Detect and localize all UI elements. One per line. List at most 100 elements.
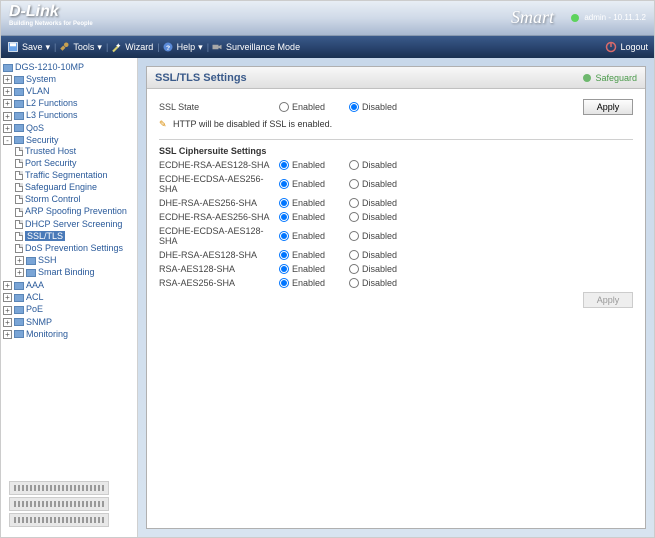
tree-monitoring[interactable]: +Monitoring: [3, 328, 137, 340]
menu-help[interactable]: ? Help ▾: [162, 41, 203, 53]
tree-arp[interactable]: ARP Spoofing Prevention: [15, 205, 137, 217]
ssl-enabled-option[interactable]: Enabled: [279, 102, 349, 112]
cipher-disabled-radio[interactable]: [349, 198, 359, 208]
expand-icon[interactable]: +: [3, 330, 12, 339]
cipher-disabled-radio[interactable]: [349, 264, 359, 274]
cipher-disabled-option[interactable]: Disabled: [349, 250, 419, 260]
cipher-disabled-option[interactable]: Disabled: [349, 264, 419, 274]
switch-icon: [9, 481, 109, 495]
ssl-state-row: SSL State Enabled Disabled Apply: [159, 99, 633, 115]
page-icon: [15, 159, 23, 168]
cipher-row: RSA-AES128-SHAEnabledDisabled: [159, 264, 633, 274]
collapse-icon[interactable]: -: [3, 136, 12, 145]
ssl-warning: ✎ HTTP will be disabled if SSL is enable…: [159, 119, 633, 129]
apply-button[interactable]: Apply: [583, 99, 633, 115]
tree-aaa[interactable]: +AAA: [3, 279, 137, 291]
cipher-disabled-radio[interactable]: [349, 212, 359, 222]
tree-ssh[interactable]: +SSH: [15, 254, 137, 266]
cipher-enabled-option[interactable]: Enabled: [279, 264, 349, 274]
menu-save[interactable]: Save ▾: [7, 41, 50, 53]
tree-safeguard[interactable]: Safeguard Engine: [15, 181, 137, 193]
expand-icon[interactable]: +: [3, 318, 12, 327]
panel-title-bar: SSL/TLS Settings Safeguard: [147, 67, 645, 89]
wrench-icon: [58, 41, 70, 53]
tree-root[interactable]: DGS-1210-10MP: [3, 61, 137, 73]
cipher-disabled-option[interactable]: Disabled: [349, 231, 419, 241]
cipher-disabled-option[interactable]: Disabled: [349, 212, 419, 222]
cipher-enabled-option[interactable]: Enabled: [279, 160, 349, 170]
cipher-disabled-option[interactable]: Disabled: [349, 179, 419, 189]
tree-system[interactable]: +System: [3, 73, 137, 85]
cipher-disabled-option[interactable]: Disabled: [349, 198, 419, 208]
ssl-disabled-radio[interactable]: [349, 102, 359, 112]
main: SSL/TLS Settings Safeguard SSL State Ena…: [138, 58, 654, 537]
device-icon: [3, 64, 13, 72]
tree-snmp[interactable]: +SNMP: [3, 316, 137, 328]
cipher-enabled-option[interactable]: Enabled: [279, 231, 349, 241]
expand-icon[interactable]: +: [3, 87, 12, 96]
ssl-enabled-radio[interactable]: [279, 102, 289, 112]
cipher-enabled-radio[interactable]: [279, 179, 289, 189]
cipher-disabled-radio[interactable]: [349, 250, 359, 260]
cipher-name: ECDHE-RSA-AES256-SHA: [159, 212, 279, 222]
tree-ssl[interactable]: SSL/TLS: [15, 230, 137, 242]
wand-icon: [110, 41, 122, 53]
cipher-enabled-radio[interactable]: [279, 212, 289, 222]
cipher-disabled-option[interactable]: Disabled: [349, 278, 419, 288]
tree-l3[interactable]: +L3 Functions: [3, 109, 137, 121]
cipher-disabled-radio[interactable]: [349, 179, 359, 189]
menu-tools[interactable]: Tools ▾: [58, 41, 102, 53]
tree-dos[interactable]: DoS Prevention Settings: [15, 242, 137, 254]
cipher-row: ECDHE-ECDSA-AES256-SHAEnabledDisabled: [159, 174, 633, 194]
expand-icon[interactable]: +: [3, 99, 12, 108]
ssl-disabled-option[interactable]: Disabled: [349, 102, 419, 112]
tree-trusted-host[interactable]: Trusted Host: [15, 145, 137, 157]
menu-logout[interactable]: Logout: [605, 41, 648, 53]
folder-icon: [14, 112, 24, 120]
expand-icon[interactable]: +: [3, 112, 12, 121]
cipher-enabled-radio[interactable]: [279, 160, 289, 170]
expand-icon[interactable]: +: [3, 293, 12, 302]
expand-icon[interactable]: +: [3, 124, 12, 133]
cipher-enabled-radio[interactable]: [279, 264, 289, 274]
cipher-row: ECDHE-ECDSA-AES128-SHAEnabledDisabled: [159, 226, 633, 246]
tree-l2[interactable]: +L2 Functions: [3, 97, 137, 109]
tree-vlan[interactable]: +VLAN: [3, 85, 137, 97]
tree-dhcp[interactable]: DHCP Server Screening: [15, 218, 137, 230]
cipher-enabled-option[interactable]: Enabled: [279, 198, 349, 208]
cipher-enabled-option[interactable]: Enabled: [279, 278, 349, 288]
tree-poe[interactable]: +PoE: [3, 303, 137, 315]
menu-wizard[interactable]: Wizard: [110, 41, 153, 53]
expand-icon[interactable]: +: [15, 268, 24, 277]
tree-port-security[interactable]: Port Security: [15, 157, 137, 169]
expand-icon[interactable]: +: [3, 75, 12, 84]
expand-icon[interactable]: +: [3, 281, 12, 290]
cipher-row: DHE-RSA-AES256-SHAEnabledDisabled: [159, 198, 633, 208]
cipher-disabled-radio[interactable]: [349, 278, 359, 288]
cipher-enabled-option[interactable]: Enabled: [279, 212, 349, 222]
expand-icon[interactable]: +: [3, 306, 12, 315]
folder-icon: [14, 76, 24, 84]
cipher-enabled-radio[interactable]: [279, 231, 289, 241]
cipher-enabled-radio[interactable]: [279, 198, 289, 208]
menubar: Save ▾ | Tools ▾ | Wizard | ? Help ▾ | S…: [1, 36, 654, 58]
page-icon: [15, 232, 23, 241]
header: D-Link Building Networks for People Smar…: [1, 1, 654, 36]
cipher-enabled-option[interactable]: Enabled: [279, 179, 349, 189]
menu-surveillance[interactable]: Surveillance Mode: [211, 41, 300, 53]
cipher-enabled-radio[interactable]: [279, 278, 289, 288]
tree-security[interactable]: -Security Trusted Host Port Security Tra…: [3, 134, 137, 280]
cipher-enabled-option[interactable]: Enabled: [279, 250, 349, 260]
cipher-name: RSA-AES128-SHA: [159, 264, 279, 274]
cipher-disabled-radio[interactable]: [349, 160, 359, 170]
tree-traffic-seg[interactable]: Traffic Segmentation: [15, 169, 137, 181]
cipher-disabled-radio[interactable]: [349, 231, 359, 241]
cipher-disabled-option[interactable]: Disabled: [349, 160, 419, 170]
cipher-enabled-radio[interactable]: [279, 250, 289, 260]
tree-qos[interactable]: +QoS: [3, 122, 137, 134]
expand-icon[interactable]: +: [15, 256, 24, 265]
folder-icon: [14, 136, 24, 144]
tree-storm[interactable]: Storm Control: [15, 193, 137, 205]
tree-acl[interactable]: +ACL: [3, 291, 137, 303]
tree-smart-binding[interactable]: +Smart Binding: [15, 266, 137, 278]
